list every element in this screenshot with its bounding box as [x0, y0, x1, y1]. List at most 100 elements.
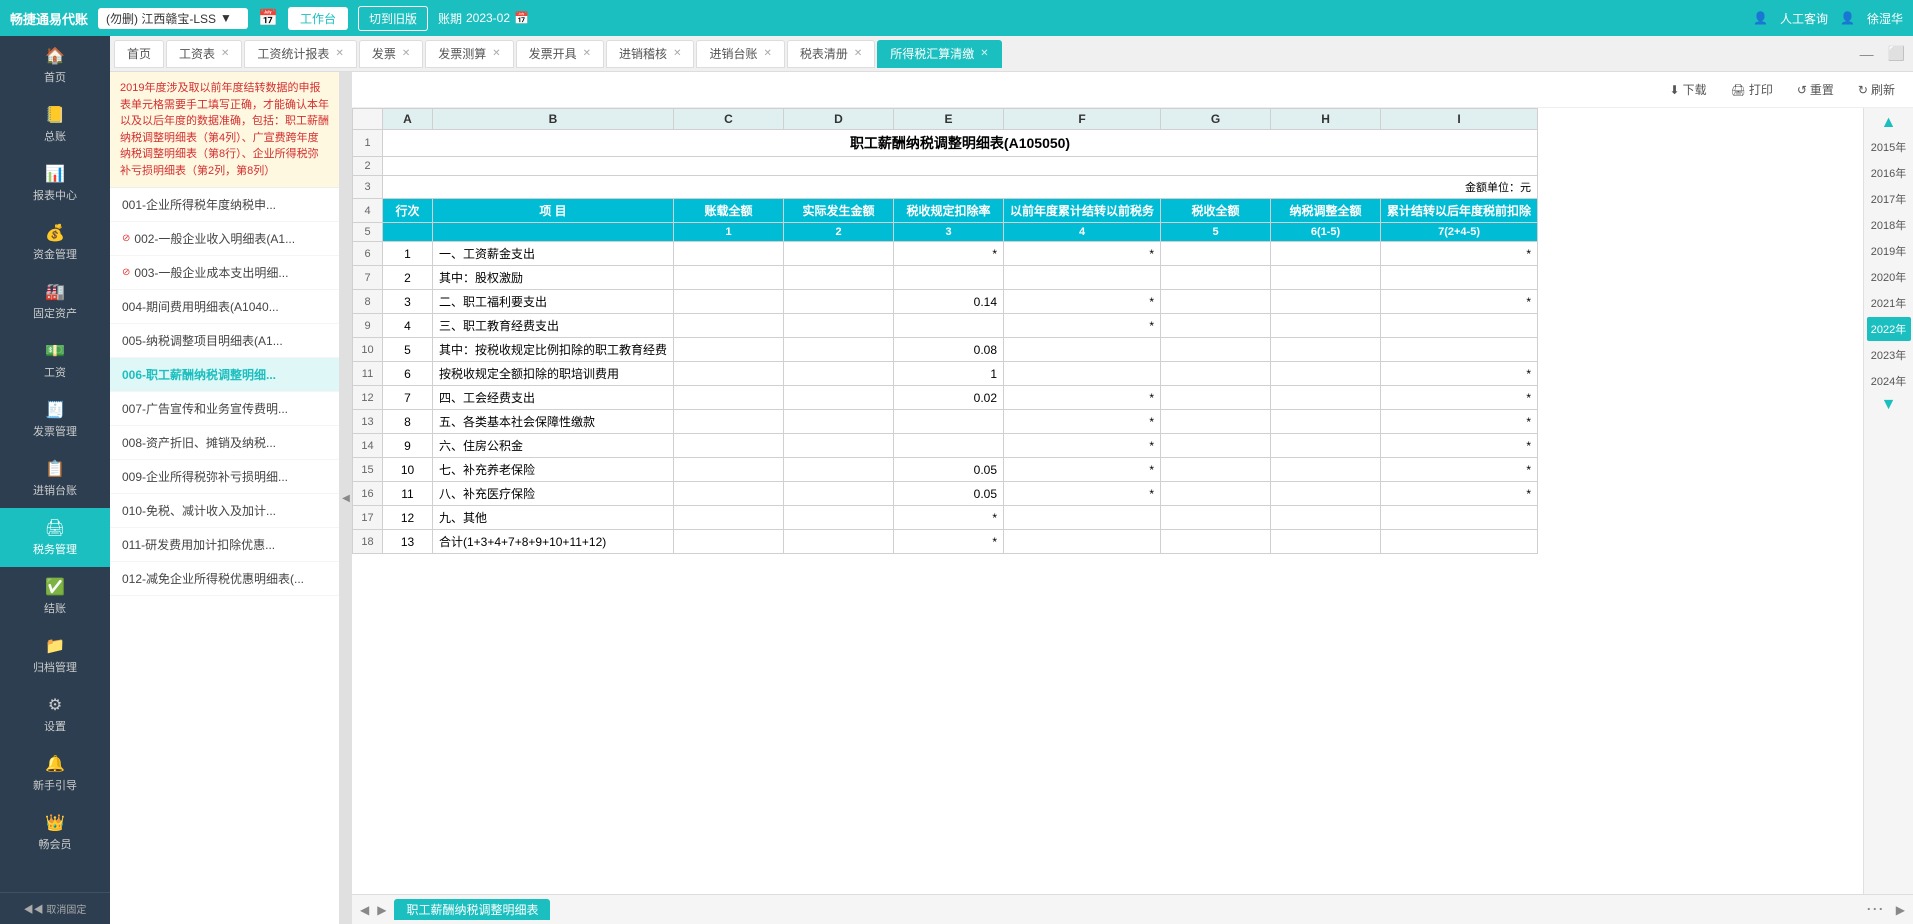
sidebar-item-close[interactable]: ✅ 结账: [0, 567, 110, 626]
tab-close-sales[interactable]: ✕: [763, 48, 771, 59]
top-bar-right: 👤 人工客询 👤 徐湿华: [1753, 10, 1903, 27]
tab-close-invoice[interactable]: ✕: [402, 48, 410, 59]
toolbar: ⬇ 下载 🖨 打印 ↺ 重置 ↻ 刷新: [352, 72, 1913, 108]
refresh-icon: ↻: [1858, 83, 1868, 97]
tab-close-payroll[interactable]: ✕: [221, 48, 229, 59]
form-list-item-010[interactable]: 010-免税、减计收入及加计...: [110, 494, 339, 528]
form-list-item-009[interactable]: 009-企业所得税弥补亏损明细...: [110, 460, 339, 494]
sidebar-item-report[interactable]: 📊 报表中心: [0, 154, 110, 213]
print-icon: 🖨: [1731, 83, 1746, 97]
sidebar-item-payroll[interactable]: 💵 工资: [0, 331, 110, 390]
form-list-item-005[interactable]: 005-纳税调整项目明细表(A1...: [110, 324, 339, 358]
sidebar-item-home[interactable]: 🏠 首页: [0, 36, 110, 95]
sidebar-bottom-action[interactable]: ◀◀ 取消固定: [0, 892, 110, 924]
workbench-button[interactable]: 工作台: [288, 7, 348, 30]
form-list-item-002[interactable]: ⊘002-一般企业收入明细表(A1...: [110, 222, 339, 256]
main-layout: 🏠 首页 📒 总账 📊 报表中心 💰 资金管理 🏭 固定资产 💵 工资 🧾 发票…: [0, 36, 1913, 924]
sidebar-item-invoice[interactable]: 🧾 发票管理: [0, 390, 110, 449]
year-2018[interactable]: 2018年: [1867, 213, 1911, 237]
table-row-3: 3 金额单位：元: [353, 176, 1538, 199]
form-list-item-001[interactable]: 001-企业所得税年度纳税申...: [110, 188, 339, 222]
tab-tax-book[interactable]: 税表清册✕: [787, 40, 875, 68]
year-2020[interactable]: 2020年: [1867, 265, 1911, 289]
sheet-scroll-right[interactable]: ▶: [1896, 903, 1905, 917]
collapse-handle[interactable]: ◀: [340, 72, 352, 924]
year-2019[interactable]: 2019年: [1867, 239, 1911, 263]
sheet-tab-active[interactable]: 职工薪酬纳税调整明细表: [394, 899, 550, 920]
tab-home[interactable]: 首页: [114, 40, 164, 68]
form-list-item-011[interactable]: 011-研发费用加计扣除优惠...: [110, 528, 339, 562]
table-row: 12 7 四、工会经费支出 0.02 * *: [353, 386, 1538, 410]
form-list-item-003[interactable]: ⊘003-一般企业成本支出明细...: [110, 256, 339, 290]
tab-close-income[interactable]: ✕: [980, 48, 988, 59]
report-icon: 📊: [45, 164, 65, 184]
year-2024[interactable]: 2024年: [1867, 369, 1911, 393]
sidebar-item-settings[interactable]: ⚙ 设置: [0, 685, 110, 744]
tab-payroll-stat[interactable]: 工资统计报表✕: [244, 40, 356, 68]
form-list-item-012[interactable]: 012-减免企业所得税优惠明细表(...: [110, 562, 339, 596]
table-row: 7 2 其中：股权激励: [353, 266, 1538, 290]
year-scroll-down[interactable]: ▼: [1879, 394, 1899, 416]
refresh-button[interactable]: ↻ 刷新: [1852, 78, 1901, 101]
sidebar-pin-label: ◀◀ 取消固定: [24, 901, 87, 916]
calendar-icon[interactable]: 📅: [258, 8, 278, 28]
switch-button[interactable]: 切到旧版: [358, 6, 428, 31]
close-period-icon: ✅: [45, 577, 65, 597]
right-panel: ⬇ 下载 🖨 打印 ↺ 重置 ↻ 刷新: [352, 72, 1913, 924]
table-row: 6 1 一、工资薪金支出 * * *: [353, 242, 1538, 266]
tab-close-open[interactable]: ✕: [583, 48, 591, 59]
tab-invoice-calc[interactable]: 发票测算✕: [425, 40, 513, 68]
sheet-options-icon[interactable]: ⋯: [1866, 899, 1884, 920]
tab-minimize-icon[interactable]: —: [1856, 44, 1878, 64]
tab-sales-ledger[interactable]: 进销台账✕: [696, 40, 784, 68]
sidebar-item-asset-mgmt[interactable]: 💰 资金管理: [0, 213, 110, 272]
reset-button[interactable]: ↺ 重置: [1791, 78, 1840, 101]
table-row: 13 8 五、各类基本社会保障性缴款 * *: [353, 410, 1538, 434]
tab-invoice-open[interactable]: 发票开具✕: [516, 40, 604, 68]
tab-audit[interactable]: 进销稽核✕: [606, 40, 694, 68]
form-list-item-008[interactable]: 008-资产折旧、摊销及纳税...: [110, 426, 339, 460]
period-info: 账期 2023-02 📅: [438, 10, 529, 27]
print-button[interactable]: 🖨 打印: [1725, 78, 1779, 101]
year-panel: ▲ 2015年 2016年 2017年 2018年 2019年 2020年 20…: [1863, 108, 1913, 894]
content-area: 首页 工资表✕ 工资统计报表✕ 发票✕ 发票测算✕ 发票开具✕ 进销稽核✕ 进销…: [110, 36, 1913, 924]
year-2015[interactable]: 2015年: [1867, 135, 1911, 159]
year-2021[interactable]: 2021年: [1867, 291, 1911, 315]
tab-invoice[interactable]: 发票✕: [359, 40, 423, 68]
download-button[interactable]: ⬇ 下载: [1664, 78, 1713, 101]
table-header-row: 4 行次 项 目 账载全额 实际发生金额 税收规定扣除率 以前年度累计结转以前税…: [353, 199, 1538, 223]
form-list-item-007[interactable]: 007-广告宣传和业务宣传费明...: [110, 392, 339, 426]
table-row-2: 2: [353, 157, 1538, 176]
tab-close-calc[interactable]: ✕: [492, 48, 500, 59]
sidebar-item-archive[interactable]: 📁 归档管理: [0, 626, 110, 685]
spreadsheet-main[interactable]: A B C D E F G H I: [352, 108, 1863, 894]
sidebar-item-fixed-asset[interactable]: 🏭 固定资产: [0, 272, 110, 331]
archive-icon: 📁: [45, 636, 65, 656]
year-2017[interactable]: 2017年: [1867, 187, 1911, 211]
form-list-item-004[interactable]: 004-期间费用明细表(A1040...: [110, 290, 339, 324]
company-selector[interactable]: (勿删) 江西赣宝-LSS ▼: [98, 8, 248, 29]
year-2016[interactable]: 2016年: [1867, 161, 1911, 185]
asset-icon: 💰: [45, 223, 65, 243]
sidebar-item-tax[interactable]: 🖨 税务管理: [0, 508, 110, 567]
form-list-item-006[interactable]: 006-职工薪酬纳税调整明细...: [110, 358, 339, 392]
tab-close-stat[interactable]: ✕: [335, 48, 343, 59]
tab-payroll[interactable]: 工资表✕: [166, 40, 242, 68]
year-scroll-up[interactable]: ▲: [1879, 112, 1899, 134]
table-subheader-row: 5 1 2 3 4 5 6(1-5) 7(2+4-5): [353, 223, 1538, 242]
tab-income-tax[interactable]: 所得税汇算清缴✕: [877, 40, 1001, 68]
year-2022[interactable]: 2022年: [1867, 317, 1911, 341]
tab-close-audit[interactable]: ✕: [673, 48, 681, 59]
scroll-left-icon[interactable]: ◀: [360, 903, 369, 917]
tab-maximize-icon[interactable]: ⬜: [1884, 43, 1909, 64]
sidebar-item-ledger[interactable]: 📒 总账: [0, 95, 110, 154]
sidebar-item-wizard[interactable]: 🔔 新手引导: [0, 744, 110, 803]
year-2023[interactable]: 2023年: [1867, 343, 1911, 367]
sidebar-item-sales[interactable]: 📋 进销台账: [0, 449, 110, 508]
scroll-right-icon[interactable]: ▶: [377, 903, 386, 917]
sidebar-item-member[interactable]: 👑 畅会员: [0, 803, 110, 862]
table-row: 8 3 二、职工福利要支出 0.14 * *: [353, 290, 1538, 314]
tab-close-tax-book[interactable]: ✕: [854, 48, 862, 59]
notice-bar: 2019年度涉及取以前年度结转数据的申报表单元格需要手工填写正确，才能确认本年以…: [110, 72, 339, 188]
app-title: 畅捷通易代账: [10, 9, 88, 28]
